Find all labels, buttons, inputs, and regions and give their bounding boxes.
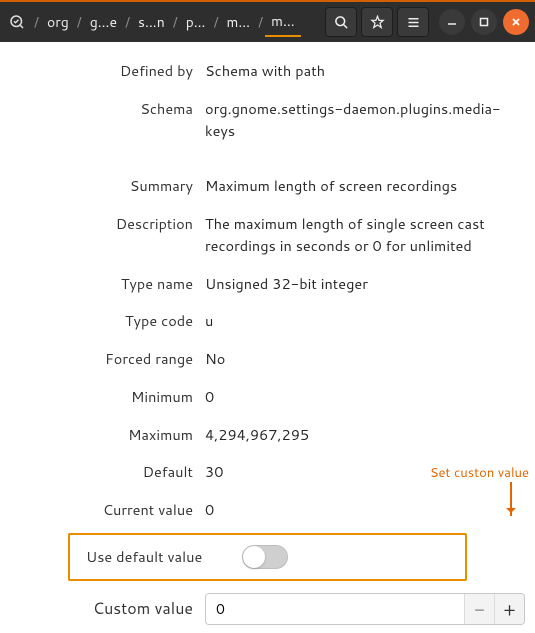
value-summary: Maximum length of screen recordings (205, 175, 535, 197)
path-sep: / (75, 12, 84, 32)
custom-value-input[interactable] (206, 594, 464, 624)
label-schema: Schema (0, 98, 205, 142)
value-type-name: Unsigned 32-bit integer (205, 273, 535, 295)
increment-button[interactable]: + (494, 594, 524, 624)
value-schema: org.gnome.settings-daemon.plugins.media-… (205, 98, 535, 142)
label-maximum: Maximum (0, 424, 205, 446)
crumb-0[interactable]: org (41, 8, 75, 36)
maximize-button[interactable] (471, 9, 497, 35)
headerbar: / org / g…e / s…n / p… / m… / m… (0, 0, 535, 42)
row-forced-range: Forced range No (0, 340, 535, 378)
search-button[interactable] (325, 7, 357, 37)
minimize-button[interactable] (439, 9, 465, 35)
window-buttons (439, 9, 529, 35)
breadcrumb: / org / g…e / s…n / p… / m… / m… (32, 7, 321, 37)
row-schema: Schema org.gnome.settings-daemon.plugins… (0, 90, 535, 150)
label-type-name: Type name (0, 273, 205, 295)
path-sep: / (171, 12, 180, 32)
value-current-value: 0 (205, 499, 535, 521)
value-description: The maximum length of single screen cast… (205, 213, 535, 257)
label-minimum: Minimum (0, 386, 205, 408)
decrement-button[interactable]: − (464, 594, 494, 624)
bookmark-button[interactable] (361, 7, 393, 37)
label-type-code: Type code (0, 310, 205, 332)
use-default-switch[interactable] (242, 545, 288, 569)
crumb-3[interactable]: p… (180, 8, 212, 36)
label-custom-value: Custom value (0, 597, 205, 620)
row-type-code: Type code u (0, 302, 535, 340)
label-summary: Summary (0, 175, 205, 197)
path-sep: / (123, 12, 132, 32)
value-type-code: u (205, 310, 535, 332)
app-icon (6, 11, 28, 33)
label-current-value: Current value (0, 499, 205, 521)
row-custom-value: Custom value − + (0, 585, 535, 633)
path-sep: / (212, 12, 221, 32)
label-forced-range: Forced range (0, 348, 205, 370)
label-description: Description (0, 213, 205, 257)
value-defined-by: Schema with path (205, 60, 535, 82)
annotation-label: Set custon value (430, 464, 529, 482)
label-defined-by: Defined by (0, 60, 205, 82)
custom-value-spinner: − + (205, 593, 525, 625)
switch-knob (243, 546, 265, 568)
crumb-5[interactable]: m… (265, 7, 301, 37)
value-minimum: 0 (205, 386, 535, 408)
row-summary: Summary Maximum length of screen recordi… (0, 167, 535, 205)
row-minimum: Minimum 0 (0, 378, 535, 416)
row-maximum: Maximum 4,294,967,295 (0, 416, 535, 454)
menu-button[interactable] (397, 7, 429, 37)
row-current-value: Current value 0 (0, 491, 535, 529)
row-description: Description The maximum length of single… (0, 205, 535, 265)
path-sep: / (256, 12, 265, 32)
row-type-name: Type name Unsigned 32-bit integer (0, 265, 535, 303)
path-sep: / (32, 12, 41, 32)
value-forced-range: No (205, 348, 535, 370)
label-use-default: Use default value (78, 546, 242, 567)
crumb-1[interactable]: g…e (84, 8, 123, 36)
annotation-arrow-icon (510, 482, 512, 516)
row-use-default: Use default value (68, 533, 467, 581)
value-maximum: 4,294,967,295 (205, 424, 535, 446)
crumb-2[interactable]: s…n (132, 8, 171, 36)
close-button[interactable] (503, 9, 529, 35)
crumb-4[interactable]: m… (221, 8, 257, 36)
label-default: Default (0, 461, 205, 483)
row-defined-by: Defined by Schema with path (0, 52, 535, 90)
content: Defined by Schema with path Schema org.g… (0, 42, 535, 633)
